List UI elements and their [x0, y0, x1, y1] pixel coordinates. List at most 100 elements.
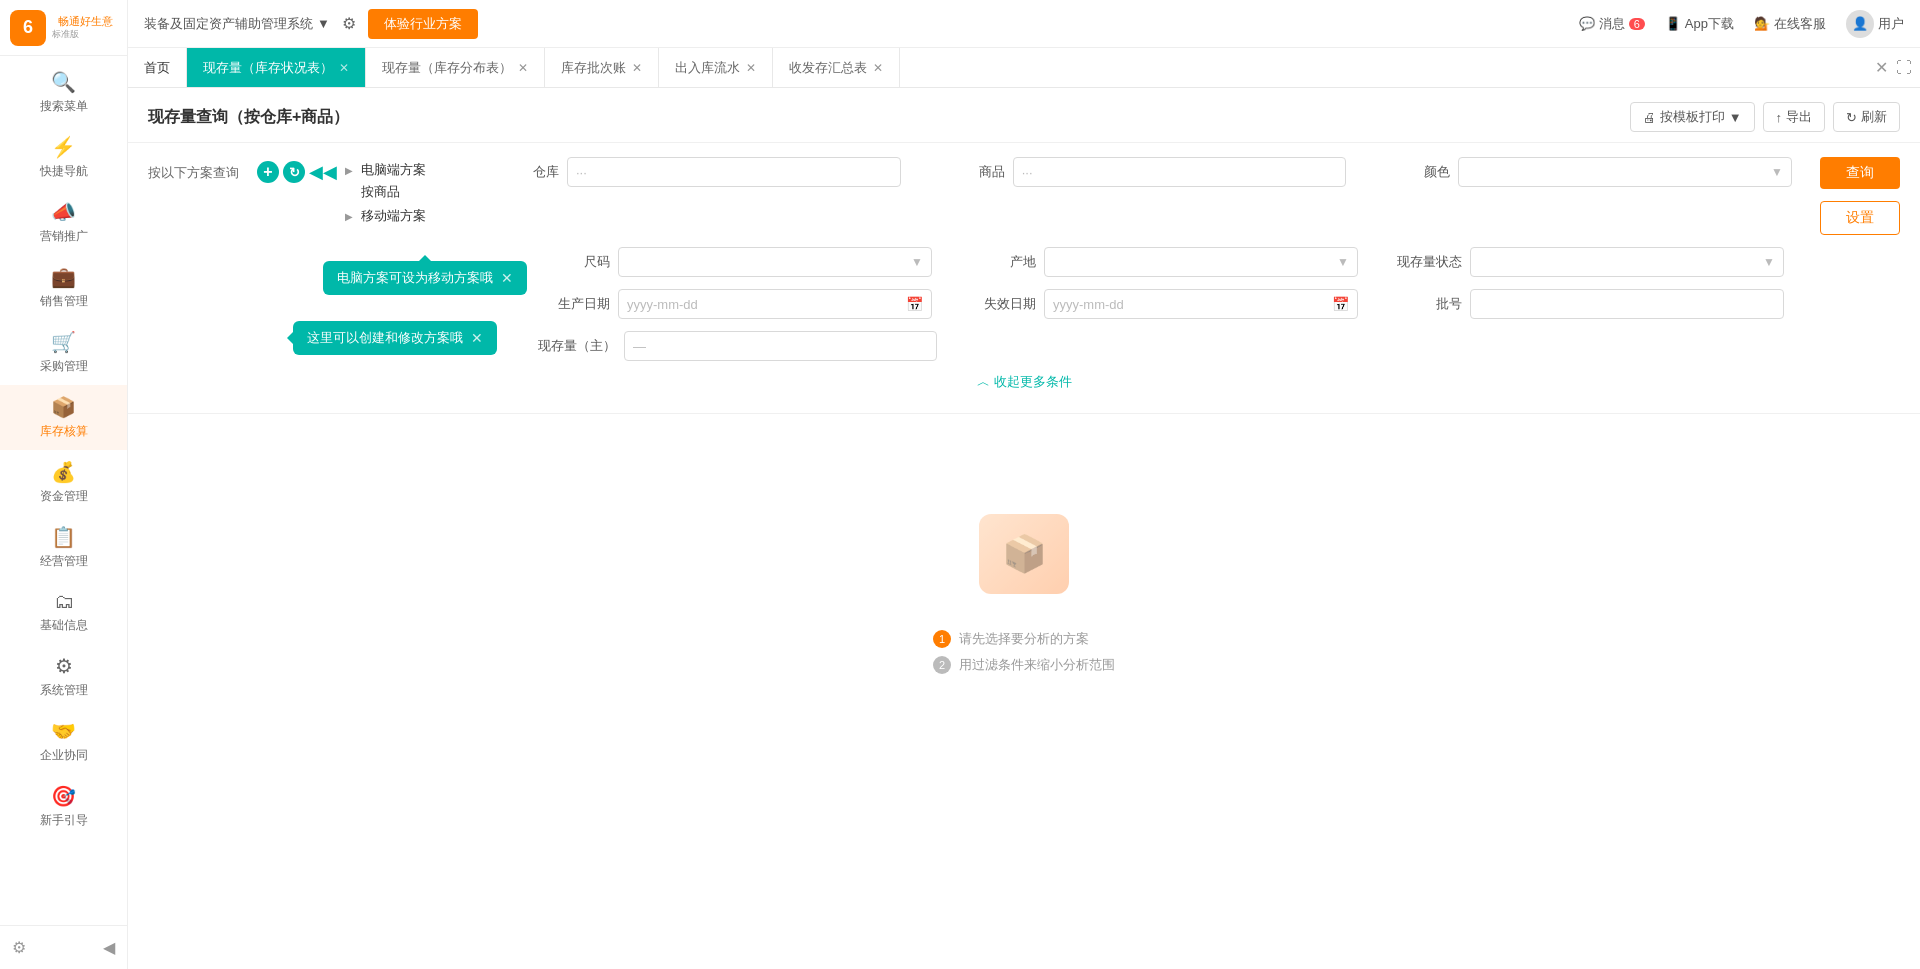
- message-icon: 💬: [1579, 16, 1595, 31]
- stock-main-label: 现存量（主）: [538, 337, 624, 355]
- topbar-right: 💬 消息 6 📱 App下载 💁 在线客服 👤 用户: [1579, 10, 1904, 38]
- basic-icon: 🗂: [54, 590, 74, 613]
- sidebar-item-marketing[interactable]: 📣 营销推广: [0, 190, 127, 255]
- color-field: 颜色 ▼: [1378, 157, 1808, 187]
- sub1-scheme-label: 按商品: [361, 183, 400, 201]
- system-selector[interactable]: 装备及固定资产辅助管理系统 ▼: [144, 15, 330, 33]
- calendar-icon-expire: 📅: [1332, 296, 1349, 312]
- tab-inventory-status[interactable]: 现存量（库存状况表） ✕: [187, 48, 366, 87]
- sidebar-item-system[interactable]: ⚙ 系统管理: [0, 644, 127, 709]
- logo-badge: 标准版: [52, 28, 113, 41]
- warehouse-placeholder: ···: [576, 165, 587, 180]
- expire-date-label: 失效日期: [964, 295, 1044, 313]
- logo-text: 畅通好生意: [58, 14, 113, 28]
- reset-button[interactable]: 设置: [1820, 201, 1900, 235]
- size-label: 尺码: [538, 253, 618, 271]
- empty-illustration: 📦: [964, 494, 1084, 614]
- tab-collect-summary[interactable]: 收发存汇总表 ✕: [773, 48, 900, 87]
- tabs-bar: 首页 现存量（库存状况表） ✕ 现存量（库存分布表） ✕ 库存批次账 ✕ 出入库…: [128, 48, 1920, 88]
- add-scheme-button[interactable]: +: [257, 161, 279, 183]
- tab-home[interactable]: 首页: [128, 48, 187, 87]
- goods-input[interactable]: ···: [1013, 157, 1347, 187]
- filter-area: 按以下方案查询 + ↻ ◀◀ ▶ 电脑端方案 按商品: [128, 143, 1920, 414]
- tab-inout-flow-close[interactable]: ✕: [746, 61, 756, 75]
- sidebar-item-label: 企业协同: [40, 747, 88, 764]
- chevron-down-icon: ▼: [1729, 110, 1742, 125]
- expire-date-placeholder: yyyy-mm-dd: [1053, 297, 1124, 312]
- empty-tips: 1 请先选择要分析的方案 2 用过滤条件来缩小分析范围: [933, 626, 1115, 678]
- origin-input[interactable]: ▼: [1044, 247, 1358, 277]
- sidebar-item-purchase[interactable]: 🛒 采购管理: [0, 320, 127, 385]
- sidebar-item-quicknav[interactable]: ⚡ 快捷导航: [0, 125, 127, 190]
- goods-label: 商品: [933, 163, 1013, 181]
- guide-icon: 🎯: [51, 784, 76, 808]
- tip-num-1: 1: [933, 630, 951, 648]
- origin-chevron-icon: ▼: [1337, 255, 1349, 269]
- scheme-sub1[interactable]: 按商品: [345, 183, 475, 201]
- sidebar-item-search[interactable]: 🔍 搜索菜单: [0, 60, 127, 125]
- warehouse-label: 仓库: [487, 163, 567, 181]
- create-tooltip-close-icon[interactable]: ✕: [471, 330, 483, 346]
- search-button[interactable]: 查询: [1820, 157, 1900, 189]
- stock-status-input[interactable]: ▼: [1470, 247, 1784, 277]
- warehouse-input[interactable]: ···: [567, 157, 901, 187]
- stock-main-input[interactable]: —: [624, 331, 937, 361]
- marketing-icon: 📣: [51, 200, 76, 224]
- collapse-conditions-btn[interactable]: ︿ 收起更多条件: [148, 365, 1900, 399]
- collapse-sidebar-icon[interactable]: ◀: [103, 938, 115, 957]
- sidebar-item-operations[interactable]: 📋 经营管理: [0, 515, 127, 580]
- scheme-pc[interactable]: ▶ 电脑端方案: [345, 161, 475, 179]
- tab-inventory-dist-close[interactable]: ✕: [518, 61, 528, 75]
- scheme-tooltip-close-icon[interactable]: ✕: [501, 270, 513, 286]
- tab-close-all-icon[interactable]: ✕: [1875, 58, 1888, 77]
- tabs-bar-right: ✕ ⛶: [1867, 48, 1920, 87]
- size-input[interactable]: ▼: [618, 247, 932, 277]
- expire-date-input[interactable]: yyyy-mm-dd 📅: [1044, 289, 1358, 319]
- message-item[interactable]: 💬 消息 6: [1579, 15, 1645, 33]
- color-chevron-icon: ▼: [1771, 165, 1783, 179]
- scheme-mobile[interactable]: ▶ 移动端方案: [345, 207, 475, 225]
- tab-home-label: 首页: [144, 59, 170, 77]
- sidebar-item-finance[interactable]: 💰 资金管理: [0, 450, 127, 515]
- sidebar-item-guide[interactable]: 🎯 新手引导: [0, 774, 127, 839]
- sidebar-item-label: 基础信息: [40, 617, 88, 634]
- tab-collect-summary-close[interactable]: ✕: [873, 61, 883, 75]
- main-content: 现存量查询（按仓库+商品） 🖨 按模板打印 ▼ ↑ 导出 ↻ 刷新: [128, 88, 1920, 969]
- sidebar-item-enterprise[interactable]: 🤝 企业协同: [0, 709, 127, 774]
- back-arrow-icon[interactable]: ◀◀: [309, 163, 337, 181]
- batch-input[interactable]: [1470, 289, 1784, 319]
- export-button[interactable]: ↑ 导出: [1763, 102, 1826, 132]
- pc-scheme-label: 电脑端方案: [361, 161, 426, 179]
- app-download-item[interactable]: 📱 App下载: [1665, 15, 1734, 33]
- tab-batch-ledger[interactable]: 库存批次账 ✕: [545, 48, 659, 87]
- settings-icon[interactable]: ⚙: [342, 14, 356, 33]
- warehouse-field: 仓库 ···: [487, 157, 917, 187]
- user-avatar: 👤: [1846, 10, 1874, 38]
- print-label: 按模板打印: [1660, 108, 1725, 126]
- sidebar-bottom: ⚙ ◀: [0, 925, 127, 969]
- system-icon: ⚙: [55, 654, 73, 678]
- tab-inout-flow[interactable]: 出入库流水 ✕: [659, 48, 773, 87]
- tab-maximize-icon[interactable]: ⛶: [1896, 59, 1912, 77]
- tab-inventory-dist[interactable]: 现存量（库存分布表） ✕: [366, 48, 545, 87]
- sidebar-item-basic[interactable]: 🗂 基础信息: [0, 580, 127, 644]
- empty-tip-1: 1 请先选择要分析的方案: [933, 626, 1115, 652]
- refresh-button[interactable]: ↻ 刷新: [1833, 102, 1900, 132]
- online-service-item[interactable]: 💁 在线客服: [1754, 15, 1826, 33]
- tab-inventory-status-label: 现存量（库存状况表）: [203, 59, 333, 77]
- sidebar-item-inventory[interactable]: 📦 库存核算: [0, 385, 127, 450]
- sidebar-item-sales[interactable]: 💼 销售管理: [0, 255, 127, 320]
- tab-inventory-status-close[interactable]: ✕: [339, 61, 349, 75]
- settings-bottom-icon[interactable]: ⚙: [12, 938, 26, 957]
- goods-field: 商品 ···: [933, 157, 1363, 187]
- industry-solution-button[interactable]: 体验行业方案: [368, 9, 478, 39]
- user-item[interactable]: 👤 用户: [1846, 10, 1904, 38]
- chevron-up-icon: ︿: [977, 373, 990, 391]
- prod-date-input[interactable]: yyyy-mm-dd 📅: [618, 289, 932, 319]
- tab-batch-ledger-close[interactable]: ✕: [632, 61, 642, 75]
- batch-field: 批号: [1390, 289, 1800, 319]
- print-button[interactable]: 🖨 按模板打印 ▼: [1630, 102, 1755, 132]
- color-input[interactable]: ▼: [1458, 157, 1792, 187]
- empty-state: 📦 1 请先选择要分析的方案 2 用过滤条件来缩小分析范围: [128, 414, 1920, 738]
- refresh-scheme-button[interactable]: ↻: [283, 161, 305, 183]
